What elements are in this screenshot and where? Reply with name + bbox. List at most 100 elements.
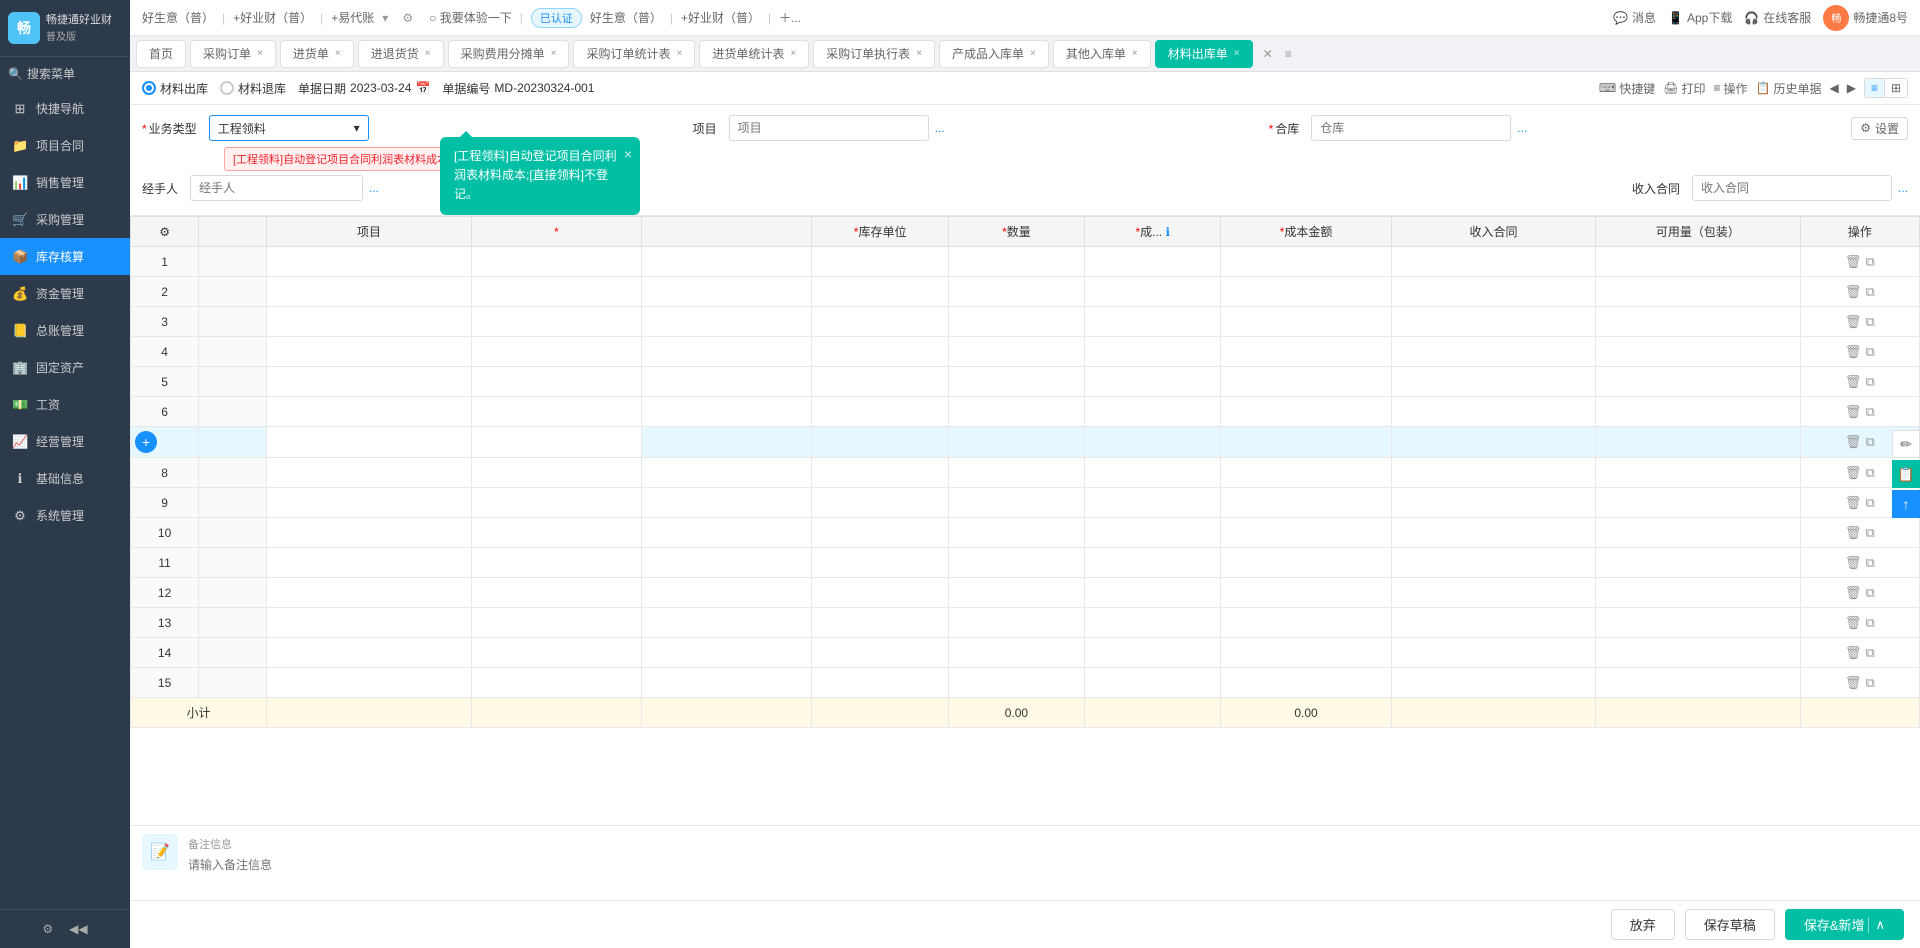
row-material-15[interactable] [471,668,641,698]
row-income-contract-12[interactable] [1391,578,1595,608]
row-spec-7[interactable] [642,427,812,458]
sidebar-nav-item-finance[interactable]: 💰 资金管理 [0,275,130,312]
row-spec-13[interactable] [642,608,812,638]
handler-dots-btn[interactable]: ... [369,181,379,195]
row-project-7[interactable] [267,427,471,458]
row-cost-amount-3[interactable] [1221,307,1391,337]
calendar-icon[interactable]: 📅 [415,81,430,95]
row-cost-price-4[interactable] [1085,337,1221,367]
delete-row-icon-12[interactable]: 🗑 [1845,585,1862,601]
row-project-5[interactable] [267,367,471,397]
warehouse-dots-btn[interactable]: ... [1517,121,1527,135]
row-qty-4[interactable] [948,337,1084,367]
tab-close-other-in[interactable]: × [1132,48,1138,59]
row-qty-11[interactable] [948,548,1084,578]
online-service-btn[interactable]: 🎧 在线客服 [1744,9,1811,26]
row-cost-amount-10[interactable] [1221,518,1391,548]
delete-row-icon-14[interactable]: 🗑 [1845,645,1862,661]
row-income-contract-1[interactable] [1391,247,1595,277]
row-unit-10[interactable] [812,518,948,548]
row-material-14[interactable] [471,638,641,668]
delete-row-icon-15[interactable]: 🗑 [1845,675,1862,691]
row-material-9[interactable] [471,488,641,518]
view-table-btn[interactable]: ≡ [1865,79,1885,97]
row-spec-6[interactable] [642,397,812,427]
copy-row-icon-3[interactable]: ⧉ [1865,314,1874,330]
sidebar-nav-item-sys-mgmt[interactable]: ⚙ 系统管理 [0,497,130,534]
nav-good-business-2[interactable]: 好生意（普） [590,9,662,26]
nav-good-business[interactable]: 好生意（普） [142,9,214,26]
row-qty-3[interactable] [948,307,1084,337]
tab-finished-goods[interactable]: 产成品入库单 × [939,40,1049,68]
delete-row-icon-4[interactable]: 🗑 [1845,344,1862,360]
tab-close-material-out[interactable]: × [1234,48,1240,59]
tab-material-out[interactable]: 材料出库单 × [1155,40,1253,68]
row-qty-14[interactable] [948,638,1084,668]
row-unit-7[interactable] [812,427,948,458]
date-value[interactable]: 2023-03-24 [350,81,411,95]
row-cost-amount-8[interactable] [1221,458,1391,488]
row-unit-11[interactable] [812,548,948,578]
sidebar-nav-item-payroll[interactable]: 💵 工资 [0,386,130,423]
discard-button[interactable]: 放弃 [1611,909,1675,940]
row-unit-14[interactable] [812,638,948,668]
sidebar-nav-item-operations[interactable]: 📈 经营管理 [0,423,130,460]
search-menu[interactable]: 🔍 搜索菜单 [0,57,130,90]
row-project-4[interactable] [267,337,471,367]
copy-row-icon-14[interactable]: ⧉ [1865,645,1874,661]
shortcut-btn[interactable]: ⌨ 快捷键 [1599,80,1655,97]
row-cost-amount-14[interactable] [1221,638,1391,668]
copy-row-icon-13[interactable]: ⧉ [1865,615,1874,631]
row-cost-amount-9[interactable] [1221,488,1391,518]
delete-row-icon-2[interactable]: 🗑 [1845,284,1862,300]
delete-row-icon-3[interactable]: 🗑 [1845,314,1862,330]
row-unit-1[interactable] [812,247,948,277]
row-project-10[interactable] [267,518,471,548]
right-float-green-btn[interactable]: 📋 [1892,460,1920,488]
th-settings[interactable]: ⚙ [131,217,199,247]
row-material-3[interactable] [471,307,641,337]
row-project-14[interactable] [267,638,471,668]
project-input[interactable] [729,115,929,141]
row-cost-price-9[interactable] [1085,488,1221,518]
row-qty-15[interactable] [948,668,1084,698]
app-download-btn[interactable]: 📱 App下载 [1668,9,1732,26]
tab-nav-btn[interactable]: ≡ [1281,43,1296,65]
row-cost-amount-11[interactable] [1221,548,1391,578]
message-btn[interactable]: 💬 消息 [1613,9,1656,26]
row-cost-price-11[interactable] [1085,548,1221,578]
tab-close-receipt-stats[interactable]: × [790,48,796,59]
row-project-11[interactable] [267,548,471,578]
row-material-7[interactable] [471,427,641,458]
row-available-qty-9[interactable] [1596,488,1800,518]
income-contract-dots-btn[interactable]: ... [1898,181,1908,195]
row-income-contract-4[interactable] [1391,337,1595,367]
row-income-contract-14[interactable] [1391,638,1595,668]
project-cell-input[interactable] [271,435,466,449]
tab-close-purchase-order[interactable]: × [257,48,263,59]
row-income-contract-11[interactable] [1391,548,1595,578]
delete-row-icon-9[interactable]: 🗑 [1845,495,1862,511]
row-project-8[interactable] [267,458,471,488]
row-spec-8[interactable] [642,458,812,488]
row-unit-13[interactable] [812,608,948,638]
row-unit-12[interactable] [812,578,948,608]
row-income-contract-7[interactable] [1391,427,1595,458]
sidebar-nav-item-fixed-assets[interactable]: 🏢 固定资产 [0,349,130,386]
settings-btn[interactable]: ⚙ 设置 [1851,117,1908,140]
row-unit-4[interactable] [812,337,948,367]
delete-row-icon-8[interactable]: 🗑 [1845,465,1862,481]
row-unit-2[interactable] [812,277,948,307]
warehouse-input[interactable] [1311,115,1511,141]
row-project-12[interactable] [267,578,471,608]
tab-close-purchase-expense[interactable]: × [551,48,557,59]
row-material-6[interactable] [471,397,641,427]
row-cost-amount-2[interactable] [1221,277,1391,307]
row-project-9[interactable] [267,488,471,518]
tab-purchase-exec[interactable]: 采购订单执行表 × [813,40,935,68]
right-float-edit-btn[interactable]: ✏ [1892,430,1920,458]
material-cell-input[interactable] [476,435,637,449]
biz-type-select[interactable]: 工程领料 ▾ [209,115,369,141]
nav-next-btn[interactable]: ▶ [1847,81,1856,95]
delete-row-icon-7[interactable]: 🗑 [1845,434,1862,450]
